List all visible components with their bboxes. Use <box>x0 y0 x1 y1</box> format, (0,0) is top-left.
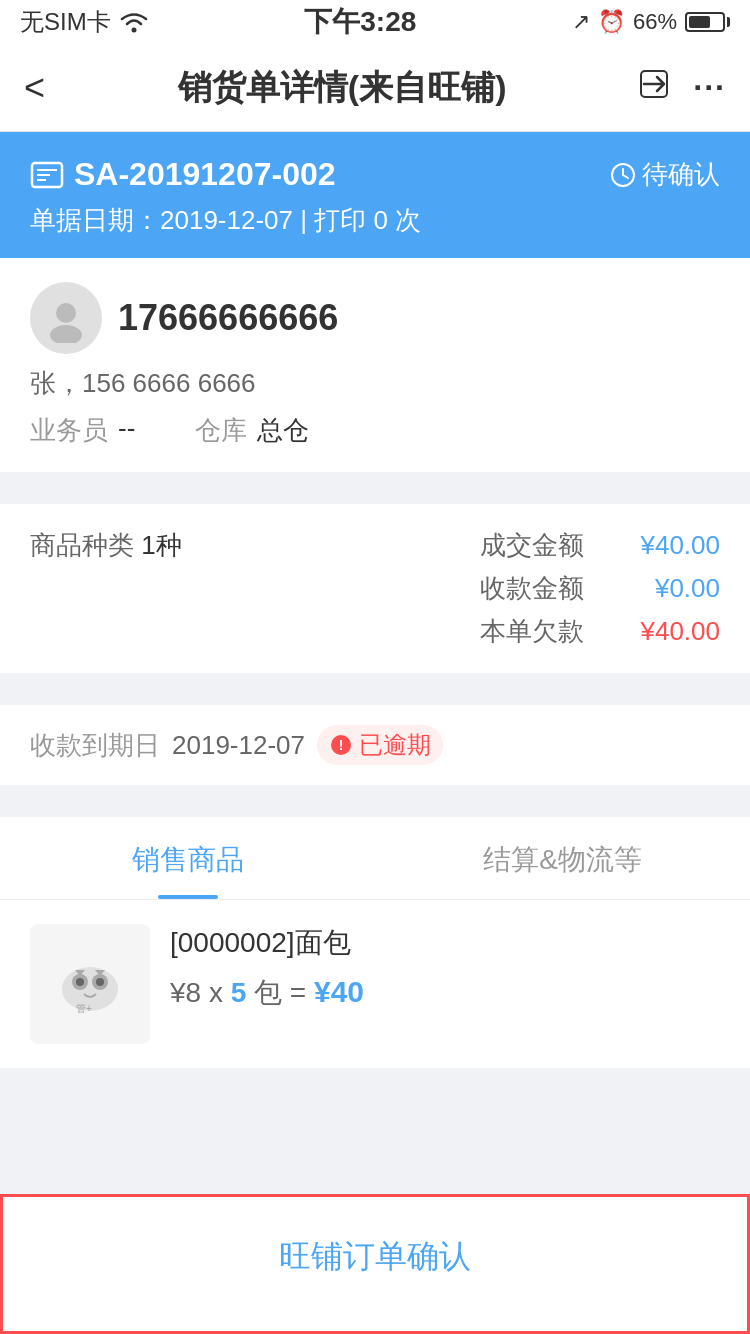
product-section: 管+ [0000002]面包 ¥8 x 5 包 = ¥40 <box>0 900 750 1068</box>
owed-amount-row: 本单欠款 ¥40.00 <box>480 614 720 649</box>
deal-amount-row: 成交金额 ¥40.00 <box>480 528 720 563</box>
customer-top: 17666666666 <box>30 282 720 354</box>
location-icon: ↗ <box>572 9 590 35</box>
sales-rep-value: -- <box>118 413 135 448</box>
customer-name: 张，156 6666 6666 <box>30 366 720 401</box>
order-header: SA-20191207-002 待确认 单据日期：2019-12-07 | 打印… <box>0 132 750 258</box>
nav-left: < <box>24 67 45 109</box>
warehouse-label: 仓库 <box>195 413 247 448</box>
svg-point-10 <box>50 325 82 343</box>
order-header-top: SA-20191207-002 待确认 <box>30 156 720 193</box>
product-qty: 5 <box>231 977 247 1008</box>
divider-1 <box>0 488 750 504</box>
equals-sign: = <box>290 977 314 1008</box>
avatar <box>30 282 102 354</box>
customer-meta: 业务员 -- 仓库 总仓 <box>30 413 720 448</box>
status-time: 下午3:28 <box>304 3 416 41</box>
due-date-value: 2019-12-07 <box>172 730 305 761</box>
due-date-label: 收款到期日 <box>30 728 160 763</box>
goods-type-section: 商品种类 1种 <box>30 528 182 563</box>
product-unit: 包 <box>254 977 282 1008</box>
deal-amount-value: ¥40.00 <box>600 530 720 561</box>
more-button[interactable]: ··· <box>693 69 726 106</box>
warehouse-item: 仓库 总仓 <box>195 413 309 448</box>
owed-amount-value: ¥40.00 <box>600 616 720 647</box>
wifi-icon <box>119 11 149 33</box>
product-item: 管+ [0000002]面包 ¥8 x 5 包 = ¥40 <box>30 924 720 1044</box>
amount-section: 商品种类 1种 成交金额 ¥40.00 收款金额 ¥0.00 本单欠款 ¥40.… <box>0 504 750 673</box>
customer-phone: 17666666666 <box>118 297 338 339</box>
product-price: ¥8 x 5 包 = ¥40 <box>170 974 720 1012</box>
status-bar: 无SIM卡 下午3:28 ↗ ⏰ 66% <box>0 0 750 44</box>
tabs-section: 销售商品 结算&物流等 管+ <box>0 817 750 1068</box>
product-name: [0000002]面包 <box>170 924 720 962</box>
tab-settlement[interactable]: 结算&物流等 <box>375 817 750 899</box>
share-button[interactable] <box>639 69 669 106</box>
warehouse-value: 总仓 <box>257 413 309 448</box>
product-image: 管+ <box>30 924 150 1044</box>
tabs-bar: 销售商品 结算&物流等 <box>0 817 750 900</box>
deal-amount-label: 成交金额 <box>480 528 584 563</box>
carrier-label: 无SIM卡 <box>20 6 111 38</box>
overdue-badge: ! 已逾期 <box>317 725 443 765</box>
product-total: ¥40 <box>314 975 364 1008</box>
received-amount-label: 收款金额 <box>480 571 584 606</box>
battery-percent: 66% <box>633 9 677 35</box>
received-amount-value: ¥0.00 <box>600 573 720 604</box>
svg-point-16 <box>76 978 84 986</box>
goods-type-value: 1种 <box>141 530 181 560</box>
product-info: [0000002]面包 ¥8 x 5 包 = ¥40 <box>170 924 720 1012</box>
status-right: ↗ ⏰ 66% <box>572 9 730 35</box>
confirm-btn-container: 旺铺订单确认 <box>0 1194 750 1334</box>
tab-sales-goods[interactable]: 销售商品 <box>0 817 375 899</box>
confirm-order-button[interactable]: 旺铺订单确认 <box>33 1213 717 1301</box>
svg-point-0 <box>131 28 136 33</box>
sales-rep-label: 业务员 <box>30 413 108 448</box>
divider-2 <box>0 689 750 705</box>
nav-right: ··· <box>639 69 726 106</box>
order-date: 单据日期：2019-12-07 | 打印 0 次 <box>30 203 720 238</box>
main-content: SA-20191207-002 待确认 单据日期：2019-12-07 | 打印… <box>0 132 750 1334</box>
divider-3 <box>0 801 750 817</box>
clock-icon <box>610 162 636 188</box>
price-unit: ¥8 <box>170 977 201 1008</box>
sales-rep-item: 业务员 -- <box>30 413 135 448</box>
order-status: 待确认 <box>610 157 720 192</box>
received-amount-row: 收款金额 ¥0.00 <box>480 571 720 606</box>
nav-bar: < 销货单详情(来自旺铺) ··· <box>0 44 750 132</box>
alarm-icon: ⏰ <box>598 9 625 35</box>
owed-amount-label: 本单欠款 <box>480 614 584 649</box>
svg-text:!: ! <box>339 737 344 753</box>
due-date-section: 收款到期日 2019-12-07 ! 已逾期 <box>0 705 750 785</box>
svg-point-17 <box>96 978 104 986</box>
customer-section: 17666666666 张，156 6666 6666 业务员 -- 仓库 总仓 <box>0 258 750 472</box>
warning-icon: ! <box>329 733 353 757</box>
status-left: 无SIM卡 <box>20 6 149 38</box>
svg-line-8 <box>623 175 628 178</box>
multiply-sign: x <box>209 977 231 1008</box>
svg-point-9 <box>56 303 76 323</box>
order-id: SA-20191207-002 <box>30 156 336 193</box>
page-title: 销货单详情(来自旺铺) <box>178 65 507 111</box>
goods-type-label: 商品种类 1种 <box>30 528 182 563</box>
svg-text:管+: 管+ <box>76 1003 92 1014</box>
order-icon <box>30 161 64 189</box>
battery-indicator <box>685 12 730 32</box>
back-button[interactable]: < <box>24 67 45 109</box>
amounts-list: 成交金额 ¥40.00 收款金额 ¥0.00 本单欠款 ¥40.00 <box>480 528 720 649</box>
